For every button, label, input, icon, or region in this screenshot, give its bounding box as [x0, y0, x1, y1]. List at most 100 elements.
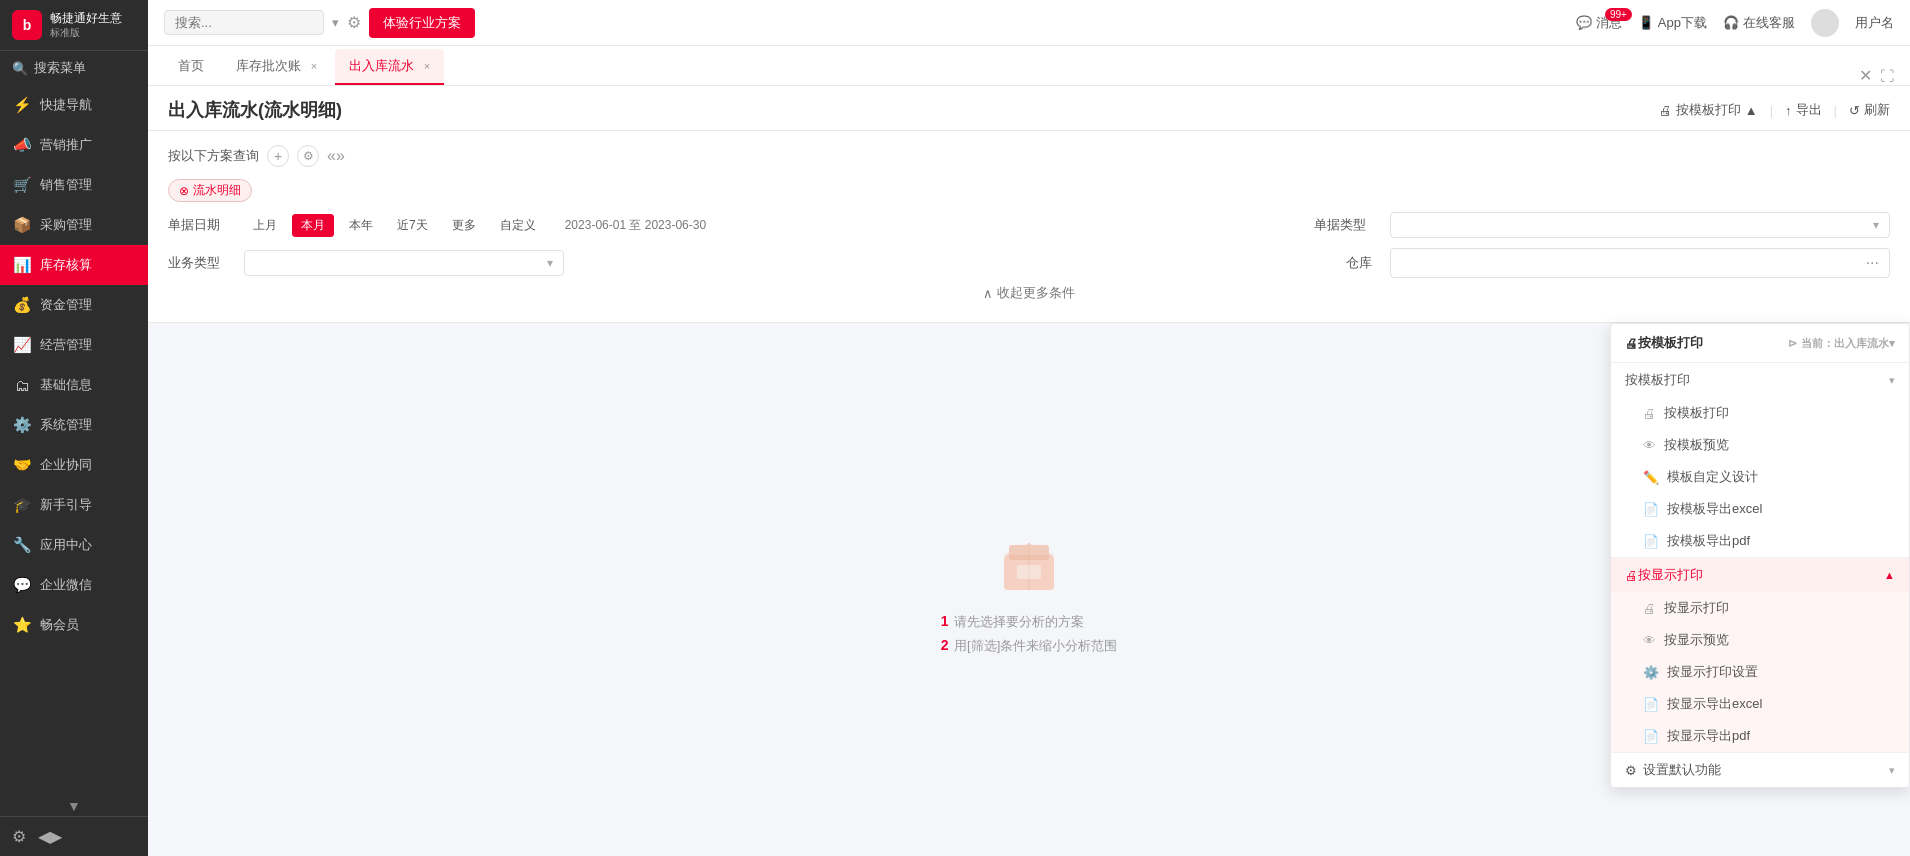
- sidebar-item-system[interactable]: ⚙️ 系统管理: [0, 405, 148, 445]
- biz-type-label: 业务类型: [168, 254, 228, 272]
- expand-icon[interactable]: ⛶: [1880, 68, 1894, 84]
- dropdown-item-template-print[interactable]: 🖨 按模板打印: [1611, 397, 1909, 429]
- pdf-icon: 📄: [1643, 729, 1659, 744]
- date-btn-custom[interactable]: 自定义: [491, 214, 545, 237]
- online-service-btn[interactable]: 🎧 在线客服: [1723, 14, 1795, 32]
- filter-add-btn[interactable]: +: [267, 145, 289, 167]
- page-header: 出入库流水(流水明细) 🖨 按模板打印 ▲ | ↑ 导出 | ↺: [148, 86, 1910, 131]
- topbar-left: ▾ ⚙ 体验行业方案: [164, 8, 1564, 38]
- scroll-down-icon[interactable]: ▼: [67, 798, 81, 814]
- chevron-down-icon[interactable]: ▾: [332, 15, 339, 30]
- sidebar-item-operations[interactable]: 📈 经营管理: [0, 325, 148, 365]
- tab-flow[interactable]: 出入库流水 ×: [335, 49, 444, 85]
- date-btn-last-month[interactable]: 上月: [244, 214, 286, 237]
- filter-header: 按以下方案查询 + ⚙ «»: [168, 145, 1890, 167]
- eye-icon: 👁: [1643, 438, 1656, 453]
- tab-home[interactable]: 首页: [164, 49, 218, 85]
- sidebar-item-app-center[interactable]: 🔧 应用中心: [0, 525, 148, 565]
- sidebar-scroll-down[interactable]: ▼: [0, 796, 148, 816]
- dropdown-item-display-print[interactable]: 🖨 按显示打印: [1611, 592, 1909, 624]
- date-btn-this-month[interactable]: 本月: [292, 214, 334, 237]
- app-download-btn[interactable]: 📱 App下载: [1638, 14, 1707, 32]
- message-btn[interactable]: 💬 消息 99+: [1576, 14, 1622, 32]
- tab-flow-close[interactable]: ×: [424, 60, 430, 72]
- date-btn-this-year[interactable]: 本年: [340, 214, 382, 237]
- printer-icon: 🖨: [1659, 103, 1672, 118]
- settings-icon[interactable]: ⚙: [12, 827, 26, 846]
- page-actions: 🖨 按模板打印 ▲ | ↑ 导出 | ↺ 刷新: [1659, 101, 1890, 119]
- filter-date-row: 单据日期 上月 本月 本年 近7天 更多 自定义 2023-06-01 至 20…: [168, 212, 1890, 238]
- collapse-icon[interactable]: ◀▶: [38, 827, 62, 846]
- sidebar-item-marketing[interactable]: 📣 营销推广: [0, 125, 148, 165]
- tab-batch[interactable]: 库存批次账 ×: [222, 49, 331, 85]
- dropdown-section-template-header[interactable]: 按模板打印 ▾: [1611, 363, 1909, 397]
- search-icon: 🔍: [12, 61, 28, 76]
- message-icon: 💬: [1576, 15, 1592, 30]
- content-area: 1 请先选择要分析的方案 2 用[筛选]条件来缩小分析范围 🖨 按模板打印: [148, 323, 1910, 856]
- filter-collapse-btn[interactable]: «»: [327, 147, 345, 165]
- date-btn-7days[interactable]: 近7天: [388, 214, 437, 237]
- dropdown-item-display-excel[interactable]: 📄 按显示导出excel: [1611, 688, 1909, 720]
- quick-nav-icon: ⚡: [12, 95, 32, 115]
- sidebar-item-basics[interactable]: 🗂 基础信息: [0, 365, 148, 405]
- sidebar-item-finance[interactable]: 💰 资金管理: [0, 285, 148, 325]
- sidebar-item-quick-nav[interactable]: ⚡ 快捷导航: [0, 85, 148, 125]
- print-template-btn[interactable]: 🖨 按模板打印 ▲: [1659, 101, 1758, 119]
- filter-area: 按以下方案查询 + ⚙ «» ⊗ 流水明细 单据日期 上月: [148, 131, 1910, 323]
- doc-type-select[interactable]: ▾: [1390, 212, 1890, 238]
- app-logo-icon: b: [12, 10, 42, 40]
- export-btn[interactable]: ↑ 导出: [1785, 101, 1822, 119]
- date-btn-more[interactable]: 更多: [443, 214, 485, 237]
- sidebar-item-wechat[interactable]: 💬 企业微信: [0, 565, 148, 605]
- defaults-icon: ⚙: [1625, 763, 1637, 778]
- user-avatar[interactable]: [1811, 9, 1839, 37]
- sidebar-item-sales[interactable]: 🛒 销售管理: [0, 165, 148, 205]
- footer-chevron-icon: ▾: [1889, 764, 1895, 777]
- sidebar: b 畅捷通好生意 标准版 🔍 搜索菜单 ⚡ 快捷导航 📣 营销推广 🛒 销售管理…: [0, 0, 148, 856]
- dropdown-item-template-preview[interactable]: 👁 按模板预览: [1611, 429, 1909, 461]
- dropdown-item-template-excel[interactable]: 📄 按模板导出excel: [1611, 493, 1909, 525]
- more-dots-icon[interactable]: ···: [1866, 254, 1879, 272]
- refresh-btn[interactable]: ↺ 刷新: [1849, 101, 1890, 119]
- app-name: 畅捷通好生意 标准版: [50, 11, 122, 40]
- empty-illustration: [989, 525, 1069, 605]
- dropdown-item-display-pdf[interactable]: 📄 按显示导出pdf: [1611, 720, 1909, 752]
- refresh-icon: ↺: [1849, 103, 1860, 118]
- filter-settings-btn[interactable]: ⚙: [297, 145, 319, 167]
- sidebar-item-guide[interactable]: 🎓 新手引导: [0, 485, 148, 525]
- filter-tag-icon: ⊗: [179, 184, 189, 198]
- headset-icon: 🎧: [1723, 15, 1739, 30]
- biz-type-select[interactable]: ▾: [244, 250, 564, 276]
- topbar-search-input[interactable]: [164, 10, 324, 35]
- page-content: 出入库流水(流水明细) 🖨 按模板打印 ▲ | ↑ 导出 | ↺: [148, 86, 1910, 856]
- tab-batch-close[interactable]: ×: [311, 60, 317, 72]
- chevron-down-icon: ▾: [1873, 218, 1879, 232]
- dropdown-section-display-header[interactable]: 🖨 按显示打印 ▲: [1611, 558, 1909, 592]
- excel-icon: 📄: [1643, 697, 1659, 712]
- sidebar-search[interactable]: 🔍 搜索菜单: [0, 51, 148, 85]
- industry-btn[interactable]: 体验行业方案: [369, 8, 475, 38]
- dropdown-section-display: 🖨 按显示打印 ▲ 🖨 按显示打印 👁 按显示预览: [1611, 558, 1909, 753]
- sidebar-item-inventory[interactable]: 📊 库存核算: [0, 245, 148, 285]
- sidebar-item-member[interactable]: ⭐ 畅会员: [0, 605, 148, 645]
- page-title: 出入库流水(流水明细): [168, 98, 342, 122]
- topbar-gear-icon[interactable]: ⚙: [347, 13, 361, 32]
- sidebar-item-purchase[interactable]: 📦 采购管理: [0, 205, 148, 245]
- dropdown-item-template-design[interactable]: ✏️ 模板自定义设计: [1611, 461, 1909, 493]
- dropdown-footer-defaults[interactable]: ⚙ 设置默认功能 ▾: [1611, 753, 1909, 787]
- filter-biz-row: 业务类型 ▾ 仓库 ···: [168, 248, 1890, 278]
- main-area: ▾ ⚙ 体验行业方案 💬 消息 99+ 📱 App下载 🎧 在线客服 用户名: [148, 0, 1910, 856]
- collapse-more-btn[interactable]: ∧ 收起更多条件: [983, 284, 1075, 302]
- sidebar-item-collab[interactable]: 🤝 企业协同: [0, 445, 148, 485]
- date-label: 单据日期: [168, 216, 228, 234]
- close-icon[interactable]: ✕: [1859, 66, 1872, 85]
- dropdown-item-display-preview[interactable]: 👁 按显示预览: [1611, 624, 1909, 656]
- tabs-bar: 首页 库存批次账 × 出入库流水 × ✕ ⛶: [148, 46, 1910, 86]
- dropdown-item-template-pdf[interactable]: 📄 按模板导出pdf: [1611, 525, 1909, 557]
- filter-tag-liushui[interactable]: ⊗ 流水明细: [168, 179, 252, 202]
- printer-icon: 🖨: [1643, 406, 1656, 421]
- sidebar-nav: 📣 营销推广 🛒 销售管理 📦 采购管理 📊 库存核算 💰 资金管理 📈 经营管…: [0, 125, 148, 796]
- dropdown-item-display-settings[interactable]: ⚙️ 按显示打印设置: [1611, 656, 1909, 688]
- warehouse-select[interactable]: ···: [1390, 248, 1890, 278]
- dropdown-panel-header: 🖨 按模板打印 ⊳ 当前：出入库流水 ▾: [1611, 324, 1909, 363]
